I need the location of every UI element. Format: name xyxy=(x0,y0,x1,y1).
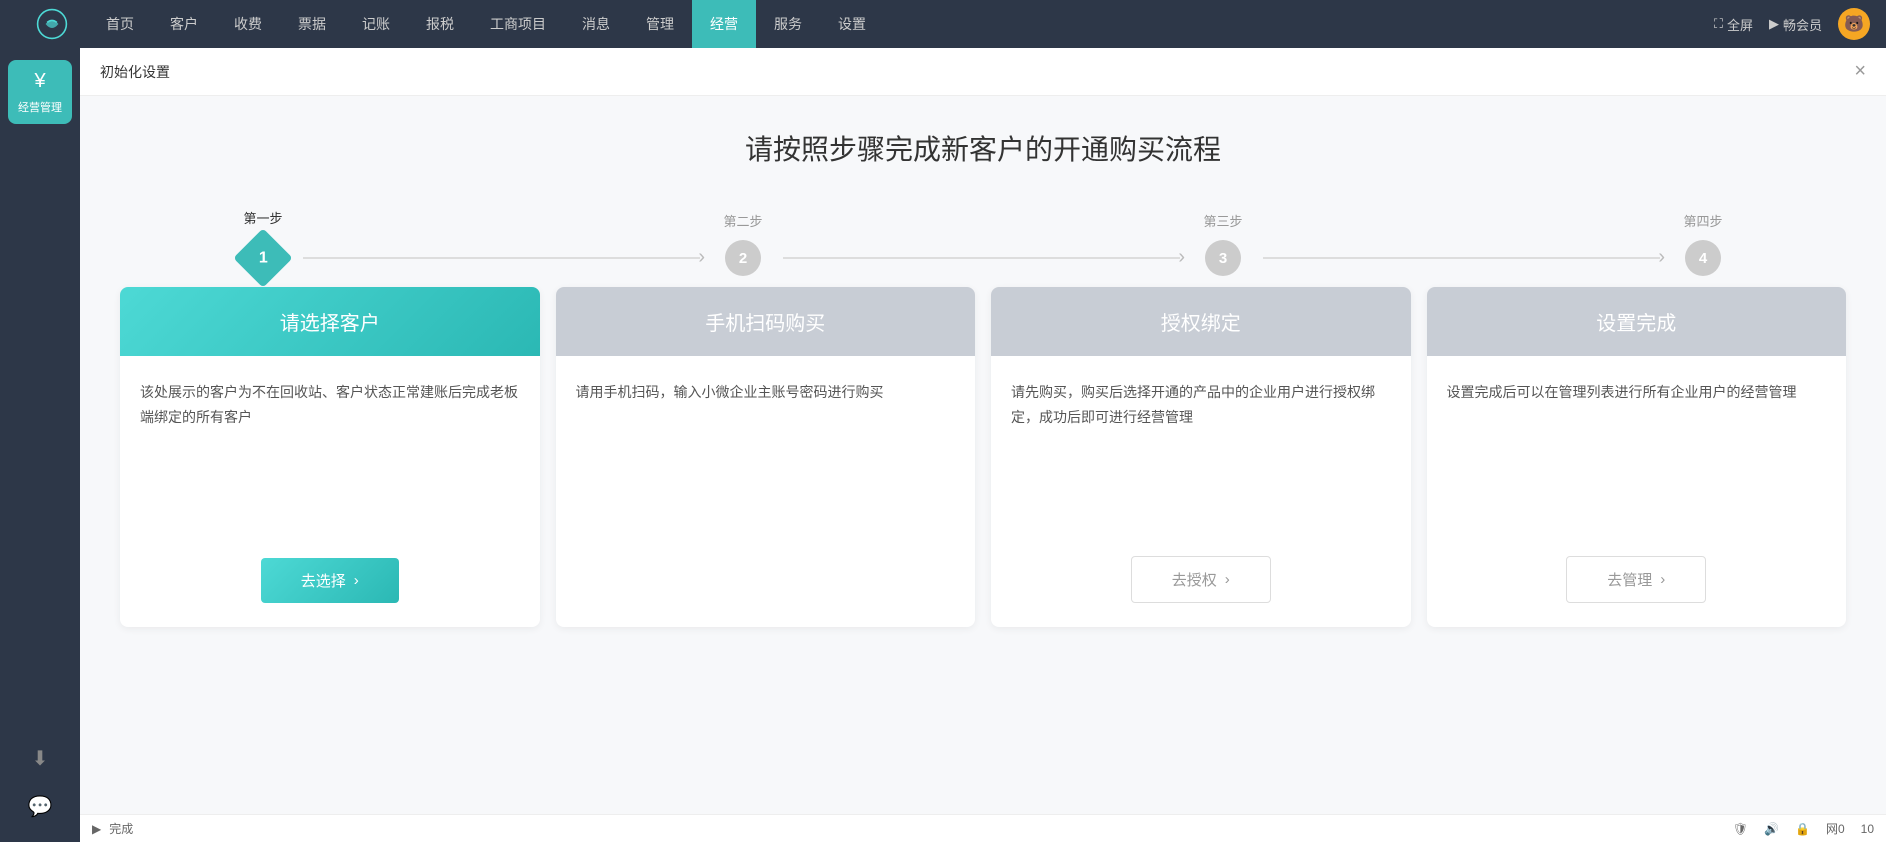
sidebar-bottom: ⬇ 💬 xyxy=(20,738,60,842)
card-footer-1: 去选择 › xyxy=(120,542,540,627)
go-manage-label: 去管理 xyxy=(1607,569,1652,590)
card-title-2: 手机扫码购买 xyxy=(576,307,956,336)
time-status: 10 xyxy=(1861,822,1874,836)
content-header: 初始化设置 × xyxy=(80,48,1886,96)
nav-bookkeeping[interactable]: 记账 xyxy=(344,0,408,48)
lock-status-icon: 🔒 xyxy=(1795,822,1810,836)
step-number-1: 1 xyxy=(259,249,268,267)
card-title-3: 授权绑定 xyxy=(1011,307,1391,336)
status-bar-left: ▶ 完成 xyxy=(92,820,133,837)
card-footer-3: 去授权 › xyxy=(991,540,1411,627)
play-status-icon: ▶ xyxy=(92,822,101,836)
step-number-4: 4 xyxy=(1699,250,1707,267)
step-number-2: 2 xyxy=(739,250,747,267)
step-diamond-1: 1 xyxy=(233,228,292,287)
status-bar-right: 🛡 🔊 🔒 网0 10 xyxy=(1733,820,1874,837)
vip-label: 畅会员 xyxy=(1783,15,1822,34)
sound-status-icon: 🔊 xyxy=(1764,822,1779,836)
step-circle-4: 4 xyxy=(1685,240,1721,276)
card-footer-2 xyxy=(556,587,976,627)
step-circle-2: 2 xyxy=(725,240,761,276)
step-label-3: 第三步 xyxy=(1203,211,1242,230)
download-icon[interactable]: ⬇ xyxy=(20,738,60,778)
card-body-4: 设置完成后可以在管理列表进行所有企业用户的经营管理 xyxy=(1427,356,1847,540)
card-header-2: 手机扫码购买 xyxy=(556,287,976,356)
step-number-3: 3 xyxy=(1219,250,1227,267)
logo[interactable] xyxy=(16,0,88,48)
go-manage-arrow: › xyxy=(1660,571,1665,588)
nav-settings[interactable]: 设置 xyxy=(820,0,884,48)
main-layout: ¥ 经营管理 ⬇ 💬 初始化设置 × 请按照步骤完成新客户的开通购买流程 第一步 xyxy=(0,48,1886,842)
step-group-2: 第二步 2 xyxy=(703,211,783,276)
yuan-icon: ¥ xyxy=(34,70,45,93)
go-manage-button[interactable]: 去管理 › xyxy=(1566,556,1706,603)
fullscreen-button[interactable]: ⛶ 全屏 xyxy=(1714,15,1753,34)
step-label-1: 第一步 xyxy=(243,208,282,227)
go-authorize-button[interactable]: 去授权 › xyxy=(1131,556,1271,603)
step-group-3: 第三步 3 xyxy=(1183,211,1263,276)
step-circle-3: 3 xyxy=(1205,240,1241,276)
nav-service[interactable]: 服务 xyxy=(756,0,820,48)
nav-tax[interactable]: 报税 xyxy=(408,0,472,48)
nav-collection[interactable]: 收费 xyxy=(216,0,280,48)
breadcrumb: 初始化设置 xyxy=(100,62,170,82)
go-select-arrow: › xyxy=(354,572,359,589)
card-title-1: 请选择客户 xyxy=(140,307,520,336)
step-group-1: 第一步 1 xyxy=(223,208,303,279)
card-footer-4: 去管理 › xyxy=(1427,540,1847,627)
step-card-4: 设置完成 设置完成后可以在管理列表进行所有企业用户的经营管理 去管理 › xyxy=(1427,287,1847,627)
step-card-2: 手机扫码购买 请用手机扫码，输入小微企业主账号密码进行购买 xyxy=(556,287,976,627)
cards-row: 请选择客户 该处展示的客户为不在回收站、客户状态正常建账后完成老板端绑定的所有客… xyxy=(120,287,1846,627)
avatar[interactable]: 🐻 xyxy=(1838,8,1870,40)
nav-message[interactable]: 消息 xyxy=(564,0,628,48)
card-body-1: 该处展示的客户为不在回收站、客户状态正常建账后完成老板端绑定的所有客户 xyxy=(120,356,540,542)
fullscreen-label: 全屏 xyxy=(1727,15,1753,34)
vip-button[interactable]: ▶ 畅会员 xyxy=(1769,15,1822,34)
connector-1: › xyxy=(303,246,703,269)
card-body-3: 请先购买，购买后选择开通的产品中的企业用户进行授权绑定，成功后即可进行经营管理 xyxy=(991,356,1411,540)
top-navigation: 首页 客户 收费 票据 记账 报税 工商项目 消息 管理 经营 服务 设置 ⛶ … xyxy=(0,0,1886,48)
shield-status-icon: 🛡 xyxy=(1733,822,1748,836)
card-header-4: 设置完成 xyxy=(1427,287,1847,356)
go-authorize-arrow: › xyxy=(1225,571,1230,588)
go-select-button[interactable]: 去选择 › xyxy=(261,558,399,603)
steps-bar: 第一步 1 › 第二步 2 xyxy=(183,208,1783,279)
content-area: 初始化设置 × 请按照步骤完成新客户的开通购买流程 第一步 1 › xyxy=(80,48,1886,842)
play-icon: ▶ xyxy=(1769,16,1779,32)
network-status: 网0 xyxy=(1826,820,1845,837)
support-icon[interactable]: 💬 xyxy=(20,786,60,826)
step-label-4: 第四步 xyxy=(1683,211,1722,230)
card-header-1: 请选择客户 xyxy=(120,287,540,356)
fullscreen-icon: ⛶ xyxy=(1714,16,1723,32)
card-body-2: 请用手机扫码，输入小微企业主账号密码进行购买 xyxy=(556,356,976,587)
go-select-label: 去选择 xyxy=(301,570,346,591)
nav-customer[interactable]: 客户 xyxy=(152,0,216,48)
card-title-4: 设置完成 xyxy=(1447,307,1827,336)
close-button[interactable]: × xyxy=(1854,60,1866,83)
nav-ticket[interactable]: 票据 xyxy=(280,0,344,48)
sidebar-item-operation[interactable]: ¥ 经营管理 xyxy=(8,60,72,124)
status-bar: ▶ 完成 🛡 🔊 🔒 网0 10 xyxy=(80,814,1886,842)
sidebar-item-label: 经营管理 xyxy=(18,99,62,115)
nav-business[interactable]: 工商项目 xyxy=(472,0,564,48)
go-authorize-label: 去授权 xyxy=(1172,569,1217,590)
card-header-3: 授权绑定 xyxy=(991,287,1411,356)
connector-3: › xyxy=(1263,246,1663,269)
wizard-content: 请按照步骤完成新客户的开通购买流程 第一步 1 › 第二步 xyxy=(80,96,1886,814)
step-card-1: 请选择客户 该处展示的客户为不在回收站、客户状态正常建账后完成老板端绑定的所有客… xyxy=(120,287,540,627)
nav-operation[interactable]: 经营 xyxy=(692,0,756,48)
step-group-4: 第四步 4 xyxy=(1663,211,1743,276)
wizard-title: 请按照步骤完成新客户的开通购买流程 xyxy=(120,128,1846,168)
avatar-icon: 🐻 xyxy=(1844,14,1864,34)
sidebar: ¥ 经营管理 ⬇ 💬 xyxy=(0,48,80,842)
step-label-2: 第二步 xyxy=(723,211,762,230)
nav-items: 首页 客户 收费 票据 记账 报税 工商项目 消息 管理 经营 服务 设置 xyxy=(88,0,1714,48)
connector-2: › xyxy=(783,246,1183,269)
nav-right: ⛶ 全屏 ▶ 畅会员 🐻 xyxy=(1714,8,1870,40)
status-label: 完成 xyxy=(109,820,133,837)
step-card-3: 授权绑定 请先购买，购买后选择开通的产品中的企业用户进行授权绑定，成功后即可进行… xyxy=(991,287,1411,627)
nav-management[interactable]: 管理 xyxy=(628,0,692,48)
nav-home[interactable]: 首页 xyxy=(88,0,152,48)
